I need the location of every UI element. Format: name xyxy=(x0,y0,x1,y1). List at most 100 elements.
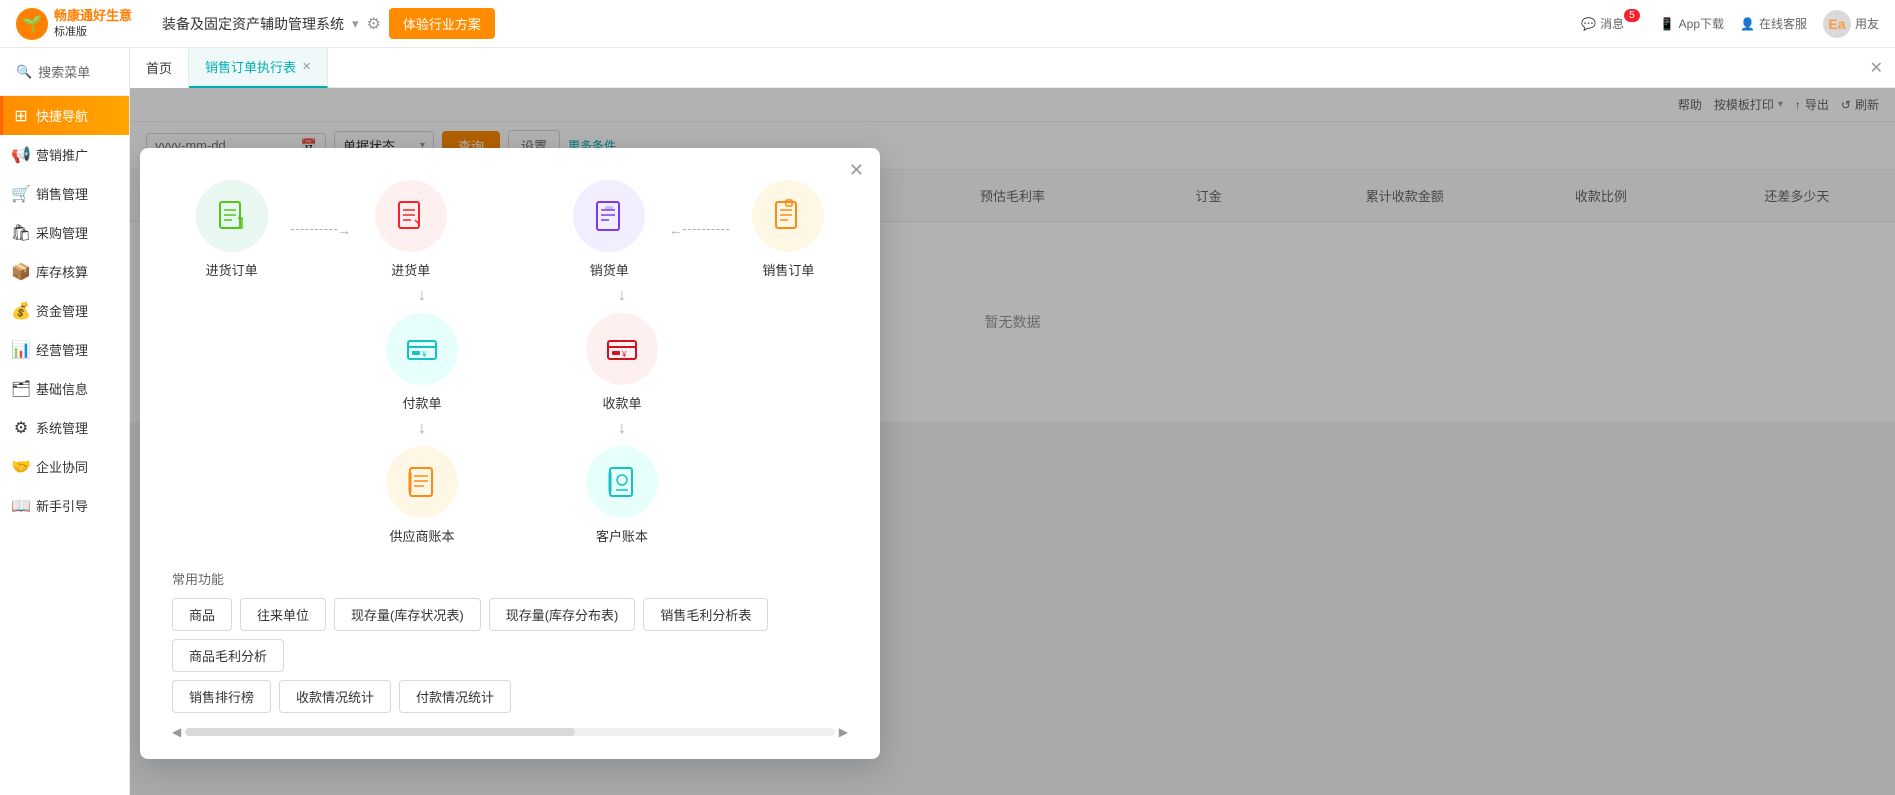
arrow-down-row-2: ↓ ↓ xyxy=(172,420,848,438)
modal-close-btn[interactable]: ✕ xyxy=(849,160,864,181)
func-btn-product-margin[interactable]: 商品毛利分析 xyxy=(172,639,284,672)
scrollbar-track[interactable] xyxy=(185,728,835,736)
tab-close-btn[interactable]: ✕ xyxy=(302,60,311,73)
quick-nav-icon: ⊞ xyxy=(12,107,30,125)
sidebar-item-newbie[interactable]: 📖 新手引导 xyxy=(0,486,129,525)
receipt-circle: ¥ xyxy=(586,313,658,385)
sales-invoice-circle xyxy=(573,180,645,252)
flow-node-supplier-ledger[interactable]: 供应商账本 xyxy=(362,446,482,545)
purchase-receipt-circle xyxy=(375,180,447,252)
func-btn-product[interactable]: 商品 xyxy=(172,598,232,631)
func-btn-receipt-stats[interactable]: 收款情况统计 xyxy=(279,680,391,713)
sidebar: 🔍 搜索菜单 ⊞ 快捷导航 📢 营销推广 🛒 销售管理 🛍 采购管理 xyxy=(0,48,130,795)
arrow-h-1: → xyxy=(291,222,351,238)
user-avatar: Ea xyxy=(1823,10,1851,38)
message-badge: 5 xyxy=(1624,9,1640,22)
sidebar-item-finance[interactable]: 💰 资金管理 xyxy=(0,291,129,330)
sidebar-item-sales[interactable]: 🛒 销售管理 xyxy=(0,174,129,213)
func-btn-sales-rank[interactable]: 销售排行榜 xyxy=(172,680,271,713)
quick-nav-modal: ✕ 进货订单 xyxy=(140,148,880,759)
modal-scrollbar[interactable]: ◀ ▶ xyxy=(172,725,848,739)
func-btn-inventory-dist[interactable]: 现存量(库存分布表) xyxy=(489,598,636,631)
svg-text:¥: ¥ xyxy=(421,350,427,359)
purchase-icon: 🛍 xyxy=(12,224,30,242)
sidebar-item-operation[interactable]: 📊 经营管理 xyxy=(0,330,129,369)
sidebar-item-purchase[interactable]: 🛍 采购管理 xyxy=(0,213,129,252)
page-content: 帮助 按模板打印 ▾ ↑ 导出 ↺ 刷新 xyxy=(130,88,1895,795)
flow-row-2: ¥ 付款单 ¥ 收款单 xyxy=(172,305,848,420)
top-bar-right: 💬 消息 5 📱 App下载 👤 在线客服 Ea 用友 xyxy=(1581,10,1879,38)
func-btn-inventory-status[interactable]: 现存量(库存状况表) xyxy=(334,598,481,631)
newbie-icon: 📖 xyxy=(12,497,30,515)
flow-node-sales-invoice[interactable]: 销货单 xyxy=(550,180,669,279)
message-icon: 💬 xyxy=(1581,17,1596,31)
message-btn[interactable]: 💬 消息 5 xyxy=(1581,15,1644,32)
purchase-receipt-label: 进货单 xyxy=(391,260,430,279)
flow-node-customer-ledger[interactable]: 客户账本 xyxy=(562,446,682,545)
func-btn-sales-margin[interactable]: 销售毛利分析表 xyxy=(643,598,768,631)
flow-node-purchase-order[interactable]: 进货订单 xyxy=(172,180,291,279)
flow-node-purchase-receipt[interactable]: 进货单 xyxy=(351,180,470,279)
sidebar-item-basic[interactable]: 🗂 基础信息 xyxy=(0,369,129,408)
sidebar-item-inventory[interactable]: 📦 库存核算 xyxy=(0,252,129,291)
service-icon: 👤 xyxy=(1740,17,1755,31)
flow-node-receipt[interactable]: ¥ 收款单 xyxy=(562,313,682,412)
scrollbar-thumb xyxy=(185,728,575,736)
top-bar-center: 装备及固定资产辅助管理系统 ▾ ⚙ 体验行业方案 xyxy=(146,8,1581,39)
func-btn-trade-unit[interactable]: 往来单位 xyxy=(240,598,326,631)
arrow-down-receipt: ↓ xyxy=(562,287,682,305)
sales-order-label: 销售订单 xyxy=(762,260,814,279)
close-all-tabs-btn[interactable]: ✕ xyxy=(1858,58,1895,78)
common-functions: 常用功能 商品 往来单位 现存量(库存状况表) 现存量(库存分布表) 销售毛利分… xyxy=(172,569,848,713)
flow-node-payment[interactable]: ¥ 付款单 xyxy=(362,313,482,412)
enterprise-icon: 🤝 xyxy=(12,458,30,476)
flow-diagram: 进货订单 → xyxy=(172,172,848,553)
marketing-icon: 📢 xyxy=(12,146,30,164)
tab-sales-order[interactable]: 销售订单执行表 ✕ xyxy=(189,48,328,88)
app-download-btn[interactable]: 📱 App下载 xyxy=(1660,15,1724,32)
payment-circle: ¥ xyxy=(386,313,458,385)
system-icon: ⚙ xyxy=(12,419,30,437)
logo-text: 畅康通好生意 标准版 xyxy=(54,8,132,39)
arrow-down-payment: ↓ xyxy=(362,287,482,305)
experience-btn[interactable]: 体验行业方案 xyxy=(389,8,495,39)
logo-icon: 🌱 xyxy=(16,8,48,40)
sidebar-item-system[interactable]: ⚙ 系统管理 xyxy=(0,408,129,447)
modal-overlay[interactable]: ✕ 进货订单 xyxy=(130,88,1895,795)
arrow-down-supplier: ↓ xyxy=(362,420,482,438)
user-area[interactable]: Ea 用友 xyxy=(1823,10,1879,38)
customer-ledger-circle xyxy=(586,446,658,518)
basic-icon: 🗂 xyxy=(12,380,30,398)
settings-icon[interactable]: ⚙ xyxy=(367,14,381,34)
flow-row-1: 进货订单 → xyxy=(172,172,848,287)
search-menu-btn[interactable]: 🔍 搜索菜单 xyxy=(8,58,121,85)
receipt-label: 收款单 xyxy=(602,393,641,412)
arrow-down-row: ↓ ↓ xyxy=(172,287,848,305)
purchase-order-circle xyxy=(196,180,268,252)
flow-node-sales-order[interactable]: 销售订单 xyxy=(729,180,848,279)
logo-area: 🌱 畅康通好生意 标准版 xyxy=(16,8,146,40)
sales-order-circle xyxy=(752,180,824,252)
finance-icon: 💰 xyxy=(12,302,30,320)
sales-icon: 🛒 xyxy=(12,185,30,203)
sidebar-item-enterprise[interactable]: 🤝 企业协同 xyxy=(0,447,129,486)
app-icon: 📱 xyxy=(1660,17,1675,31)
arrow-down-customer: ↓ xyxy=(562,420,682,438)
supplier-ledger-circle xyxy=(386,446,458,518)
online-service-btn[interactable]: 👤 在线客服 xyxy=(1740,15,1807,32)
search-icon: 🔍 xyxy=(16,64,32,80)
inventory-icon: 📦 xyxy=(12,263,30,281)
operation-icon: 📊 xyxy=(12,341,30,359)
scroll-right-btn[interactable]: ▶ xyxy=(839,725,848,739)
sidebar-item-marketing[interactable]: 📢 营销推广 xyxy=(0,135,129,174)
purchase-order-label: 进货订单 xyxy=(206,260,258,279)
func-btn-payment-stats[interactable]: 付款情况统计 xyxy=(399,680,511,713)
expand-icon[interactable]: ▾ xyxy=(352,16,359,32)
system-title: 装备及固定资产辅助管理系统 xyxy=(162,14,344,34)
sales-invoice-label: 销货单 xyxy=(590,260,629,279)
scroll-left-btn[interactable]: ◀ xyxy=(172,725,181,739)
sidebar-item-quick-nav[interactable]: ⊞ 快捷导航 xyxy=(0,96,129,135)
func-buttons-row-2: 销售排行榜 收款情况统计 付款情况统计 xyxy=(172,680,848,713)
sidebar-search[interactable]: 🔍 搜索菜单 xyxy=(0,48,129,96)
tab-home[interactable]: 首页 xyxy=(130,48,189,88)
